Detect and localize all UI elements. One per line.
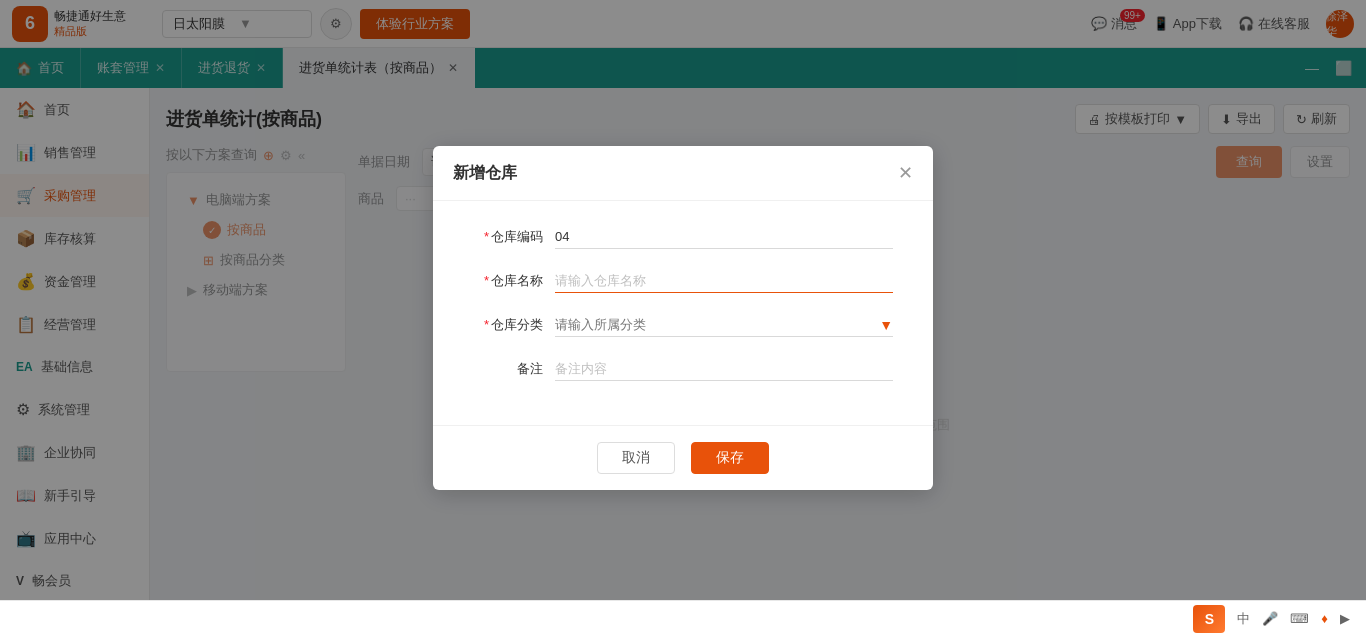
name-label: *仓库名称 [473, 272, 543, 290]
category-dropdown-arrow[interactable]: ▼ [879, 317, 893, 333]
microphone-icon[interactable]: 🎤 [1262, 611, 1278, 626]
dialog-footer: 取消 保存 [433, 425, 933, 490]
status-bar: S 中 🎤 ⌨ ♦ ▶ [0, 600, 1366, 636]
s-logo: S [1193, 605, 1225, 633]
keyboard-icon[interactable]: ⌨ [1290, 611, 1309, 626]
modal-overlay: 新增仓库 ✕ *仓库编码 *仓库名称 *仓库分类 [0, 0, 1366, 636]
save-button[interactable]: 保存 [691, 442, 769, 474]
form-row-name: *仓库名称 [473, 269, 893, 293]
name-input[interactable] [555, 269, 893, 293]
remark-input[interactable] [555, 357, 893, 381]
form-row-category: *仓库分类 ▼ [473, 313, 893, 337]
dialog-close-button[interactable]: ✕ [898, 162, 913, 184]
category-select[interactable]: ▼ [555, 313, 893, 337]
code-input[interactable] [555, 225, 893, 249]
add-warehouse-dialog: 新增仓库 ✕ *仓库编码 *仓库名称 *仓库分类 [433, 146, 933, 490]
category-label: *仓库分类 [473, 316, 543, 334]
remark-label: 备注 [473, 360, 543, 378]
dialog-title: 新增仓库 [453, 163, 517, 184]
diamond-icon[interactable]: ♦ [1321, 611, 1328, 626]
chinese-icon[interactable]: 中 [1237, 610, 1250, 628]
code-label: *仓库编码 [473, 228, 543, 246]
form-row-code: *仓库编码 [473, 225, 893, 249]
play-icon[interactable]: ▶ [1340, 611, 1350, 626]
dialog-body: *仓库编码 *仓库名称 *仓库分类 ▼ [433, 201, 933, 425]
form-row-remark: 备注 [473, 357, 893, 381]
cancel-button[interactable]: 取消 [597, 442, 675, 474]
dialog-header: 新增仓库 ✕ [433, 146, 933, 201]
category-input[interactable] [555, 313, 879, 336]
